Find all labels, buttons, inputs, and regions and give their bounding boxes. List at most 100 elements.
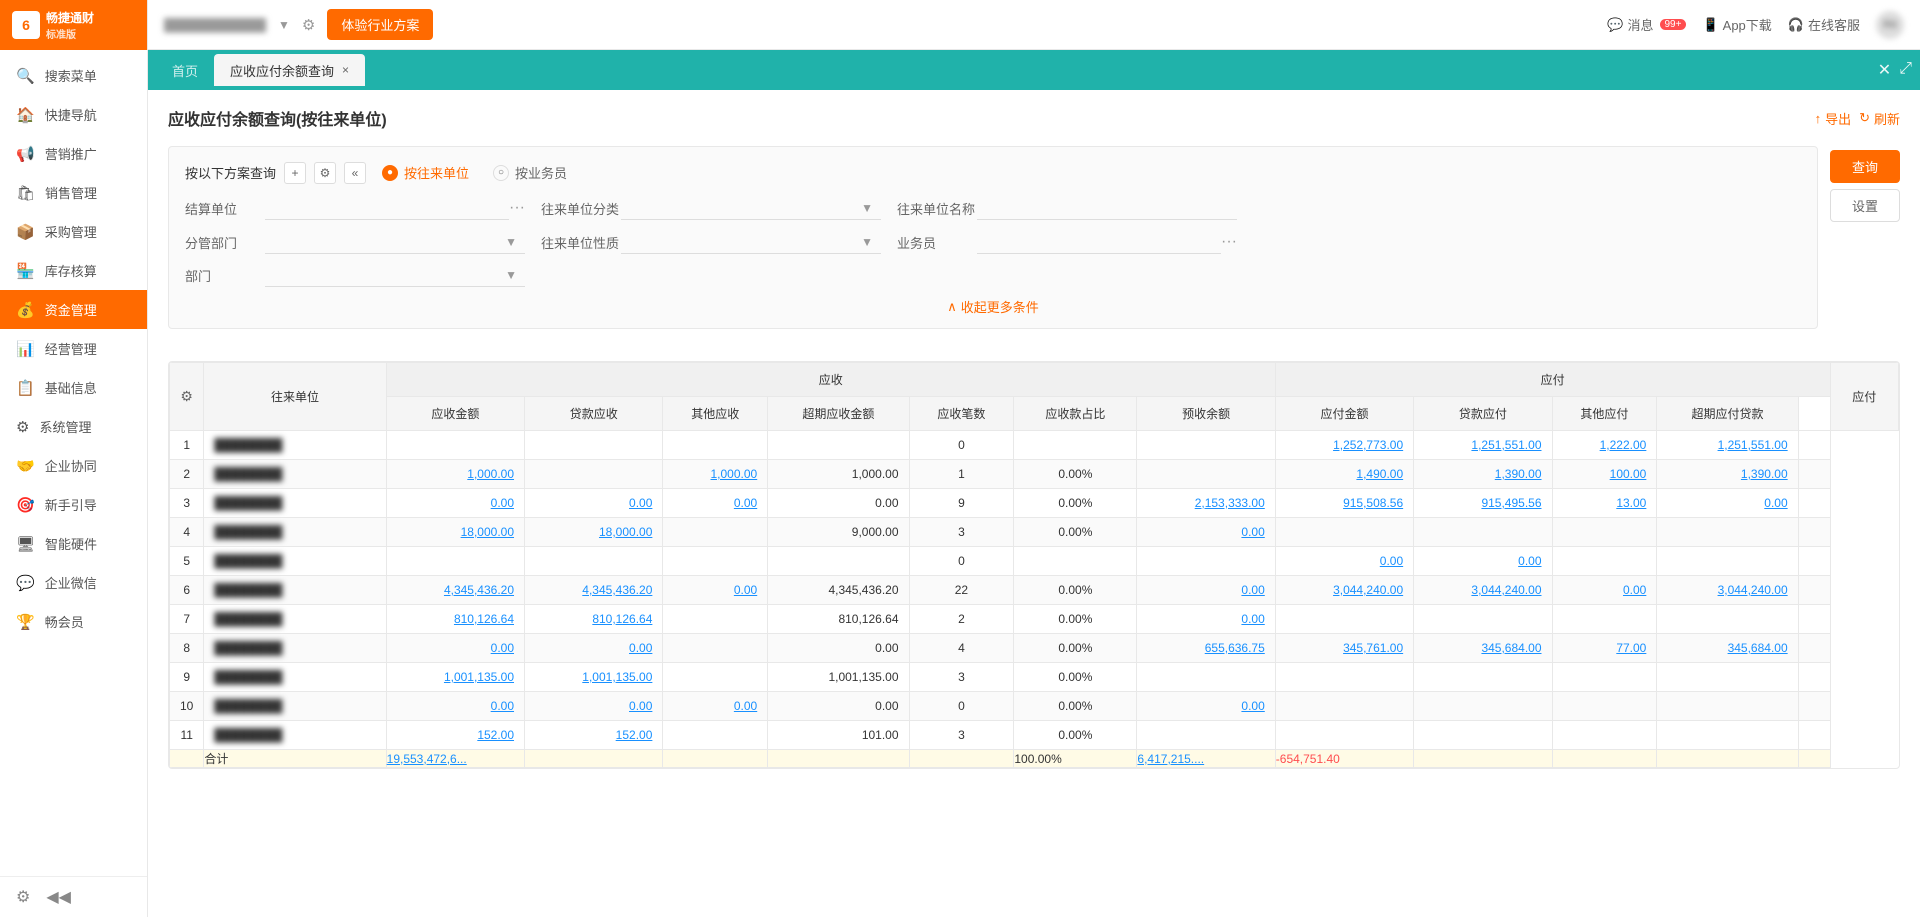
sidebar-item-hardware[interactable]: 🖥 智能硬件 [0,524,147,563]
table-cell[interactable]: 1,390.00 [1657,460,1798,489]
table-cell[interactable]: 0.00 [525,634,663,663]
query-button[interactable]: 查询 [1830,150,1900,183]
sidebar-item-quicknav[interactable]: 🏠 快捷导航 [0,95,147,134]
table-cell[interactable]: 345,684.00 [1414,634,1552,663]
sidebar-item-member[interactable]: 🏆 畅会员 [0,602,147,641]
table-cell[interactable]: 77.00 [1552,634,1657,663]
table-cell[interactable]: 0.00 [525,692,663,721]
table-cell[interactable]: 345,684.00 [1657,634,1798,663]
table-cell[interactable]: 0.00 [663,576,768,605]
tab-home[interactable]: 首页 [156,54,214,86]
gear-btn[interactable]: ⚙ [302,16,315,34]
table-cell[interactable]: 0.00 [1275,547,1413,576]
table-cell[interactable]: 1,490.00 [1275,460,1413,489]
table-settings-icon[interactable]: ⚙ [180,388,193,404]
scheme-option-partner[interactable]: ● 按往来单位 [374,159,477,186]
table-cell[interactable]: 0.00 [1137,605,1275,634]
table-cell[interactable]: 0.00 [1657,489,1798,518]
table-cell[interactable]: 1,390.00 [1414,460,1552,489]
sidebar-item-enterprise[interactable]: 🤝 企业协同 [0,446,147,485]
table-cell[interactable]: 13.00 [1552,489,1657,518]
table-cell[interactable]: 3,044,240.00 [1414,576,1552,605]
settlement-input[interactable] [265,196,509,220]
table-cell[interactable]: 0.00 [525,489,663,518]
user-avatar[interactable]: Rit [1876,11,1904,39]
table-cell[interactable]: 0.00 [386,489,524,518]
filter-add-btn[interactable]: + [284,162,306,184]
table-cell[interactable]: 2,153,333.00 [1137,489,1275,518]
table-cell[interactable]: 915,495.56 [1414,489,1552,518]
nature-chevron-icon[interactable]: ▼ [861,235,873,249]
table-cell[interactable]: 18,000.00 [525,518,663,547]
sidebar-item-system[interactable]: ⚙ 系统管理 [0,407,147,446]
tab-close-window-btn[interactable]: ✕ [1878,60,1891,80]
table-cell[interactable]: 0.00 [1137,576,1275,605]
table-cell[interactable]: 3,044,240.00 [1275,576,1413,605]
dept-select[interactable]: ▼ [265,231,525,254]
table-cell[interactable]: 0.00 [663,692,768,721]
sidebar-item-purchase[interactable]: 📦 采购管理 [0,212,147,251]
table-cell[interactable]: 810,126.64 [525,605,663,634]
category-chevron-icon[interactable]: ▼ [861,201,873,215]
filter-arrow-btn[interactable]: « [344,162,366,184]
table-cell[interactable]: 1,252,773.00 [1275,431,1413,460]
table-cell[interactable]: 1,251,551.00 [1657,431,1798,460]
cta-button[interactable]: 体验行业方案 [327,9,433,40]
table-cell[interactable]: 18,000.00 [386,518,524,547]
settlement-dots-icon[interactable]: ··· [509,199,525,217]
nature-select[interactable]: ▼ [621,231,881,254]
salesman-input[interactable] [977,230,1221,254]
tab-close-icon[interactable]: × [342,63,349,77]
table-cell[interactable]: 1,001,135.00 [386,663,524,692]
table-cell[interactable]: 345,761.00 [1275,634,1413,663]
table-cell[interactable]: 3,044,240.00 [1657,576,1798,605]
app-download-btn[interactable]: 📱 App下载 [1702,15,1771,34]
name-input[interactable] [977,196,1237,220]
sidebar-item-operations[interactable]: 📊 经营管理 [0,329,147,368]
depart-chevron-icon[interactable]: ▼ [505,268,517,282]
table-cell[interactable]: 4,345,436.20 [525,576,663,605]
sidebar-item-marketing[interactable]: 📢 营销推广 [0,134,147,173]
set-button[interactable]: 设置 [1830,189,1900,222]
collapse-filter-btn[interactable]: ∧ 收起更多条件 [185,297,1801,316]
depart-select[interactable]: ▼ [265,264,525,287]
table-cell[interactable]: 1,000.00 [386,460,524,489]
table-cell[interactable]: 152.00 [525,721,663,750]
scheme-option-salesman[interactable]: ○ 按业务员 [485,159,575,186]
sidebar-collapse-btn[interactable]: ◀◀ [46,887,71,907]
table-cell[interactable]: 0.00 [386,634,524,663]
refresh-button[interactable]: ↻ 刷新 [1859,109,1900,128]
filter-settings-btn[interactable]: ⚙ [314,162,336,184]
table-cell[interactable]: 0.00 [1414,547,1552,576]
table-cell[interactable]: 152.00 [386,721,524,750]
tab-ar-ap[interactable]: 应收应付余额查询 × [214,54,365,86]
table-cell[interactable]: 0.00 [1137,518,1275,547]
salesman-dots-icon[interactable]: ··· [1221,233,1237,251]
category-select[interactable]: ▼ [621,197,881,220]
customer-service-btn[interactable]: 🎧 在线客服 [1788,15,1860,34]
table-cell[interactable]: 655,636.75 [1137,634,1275,663]
th-settings[interactable]: ⚙ [170,363,204,431]
sidebar-item-search[interactable]: 🔍 搜索菜单 [0,56,147,95]
sidebar-item-inventory[interactable]: 🏪 库存核算 [0,251,147,290]
table-cell[interactable]: 1,001,135.00 [525,663,663,692]
sidebar-item-sales[interactable]: 🛍 销售管理 [0,173,147,212]
table-cell[interactable]: 100.00 [1552,460,1657,489]
table-cell[interactable]: 810,126.64 [386,605,524,634]
export-button[interactable]: ↑ 导出 [1815,109,1852,128]
dept-chevron-icon[interactable]: ▼ [505,235,517,249]
table-cell[interactable]: 4,345,436.20 [386,576,524,605]
sidebar-item-wechat[interactable]: 💬 企业微信 [0,563,147,602]
sidebar-item-funds[interactable]: 💰 资金管理 [0,290,147,329]
tab-expand-btn[interactable]: ⤢ [1899,60,1912,80]
notification-btn[interactable]: 💬 消息 99+ [1607,15,1686,34]
table-cell[interactable]: 0.00 [386,692,524,721]
sidebar-settings-btn[interactable]: ⚙ [16,887,30,907]
table-cell[interactable]: 1,000.00 [663,460,768,489]
dropdown-icon[interactable]: ▼ [278,18,290,32]
sidebar-item-basic[interactable]: 📋 基础信息 [0,368,147,407]
table-cell[interactable]: 1,251,551.00 [1414,431,1552,460]
table-cell[interactable]: 1,222.00 [1552,431,1657,460]
table-cell[interactable]: 0.00 [1137,692,1275,721]
table-cell[interactable]: 0.00 [1552,576,1657,605]
